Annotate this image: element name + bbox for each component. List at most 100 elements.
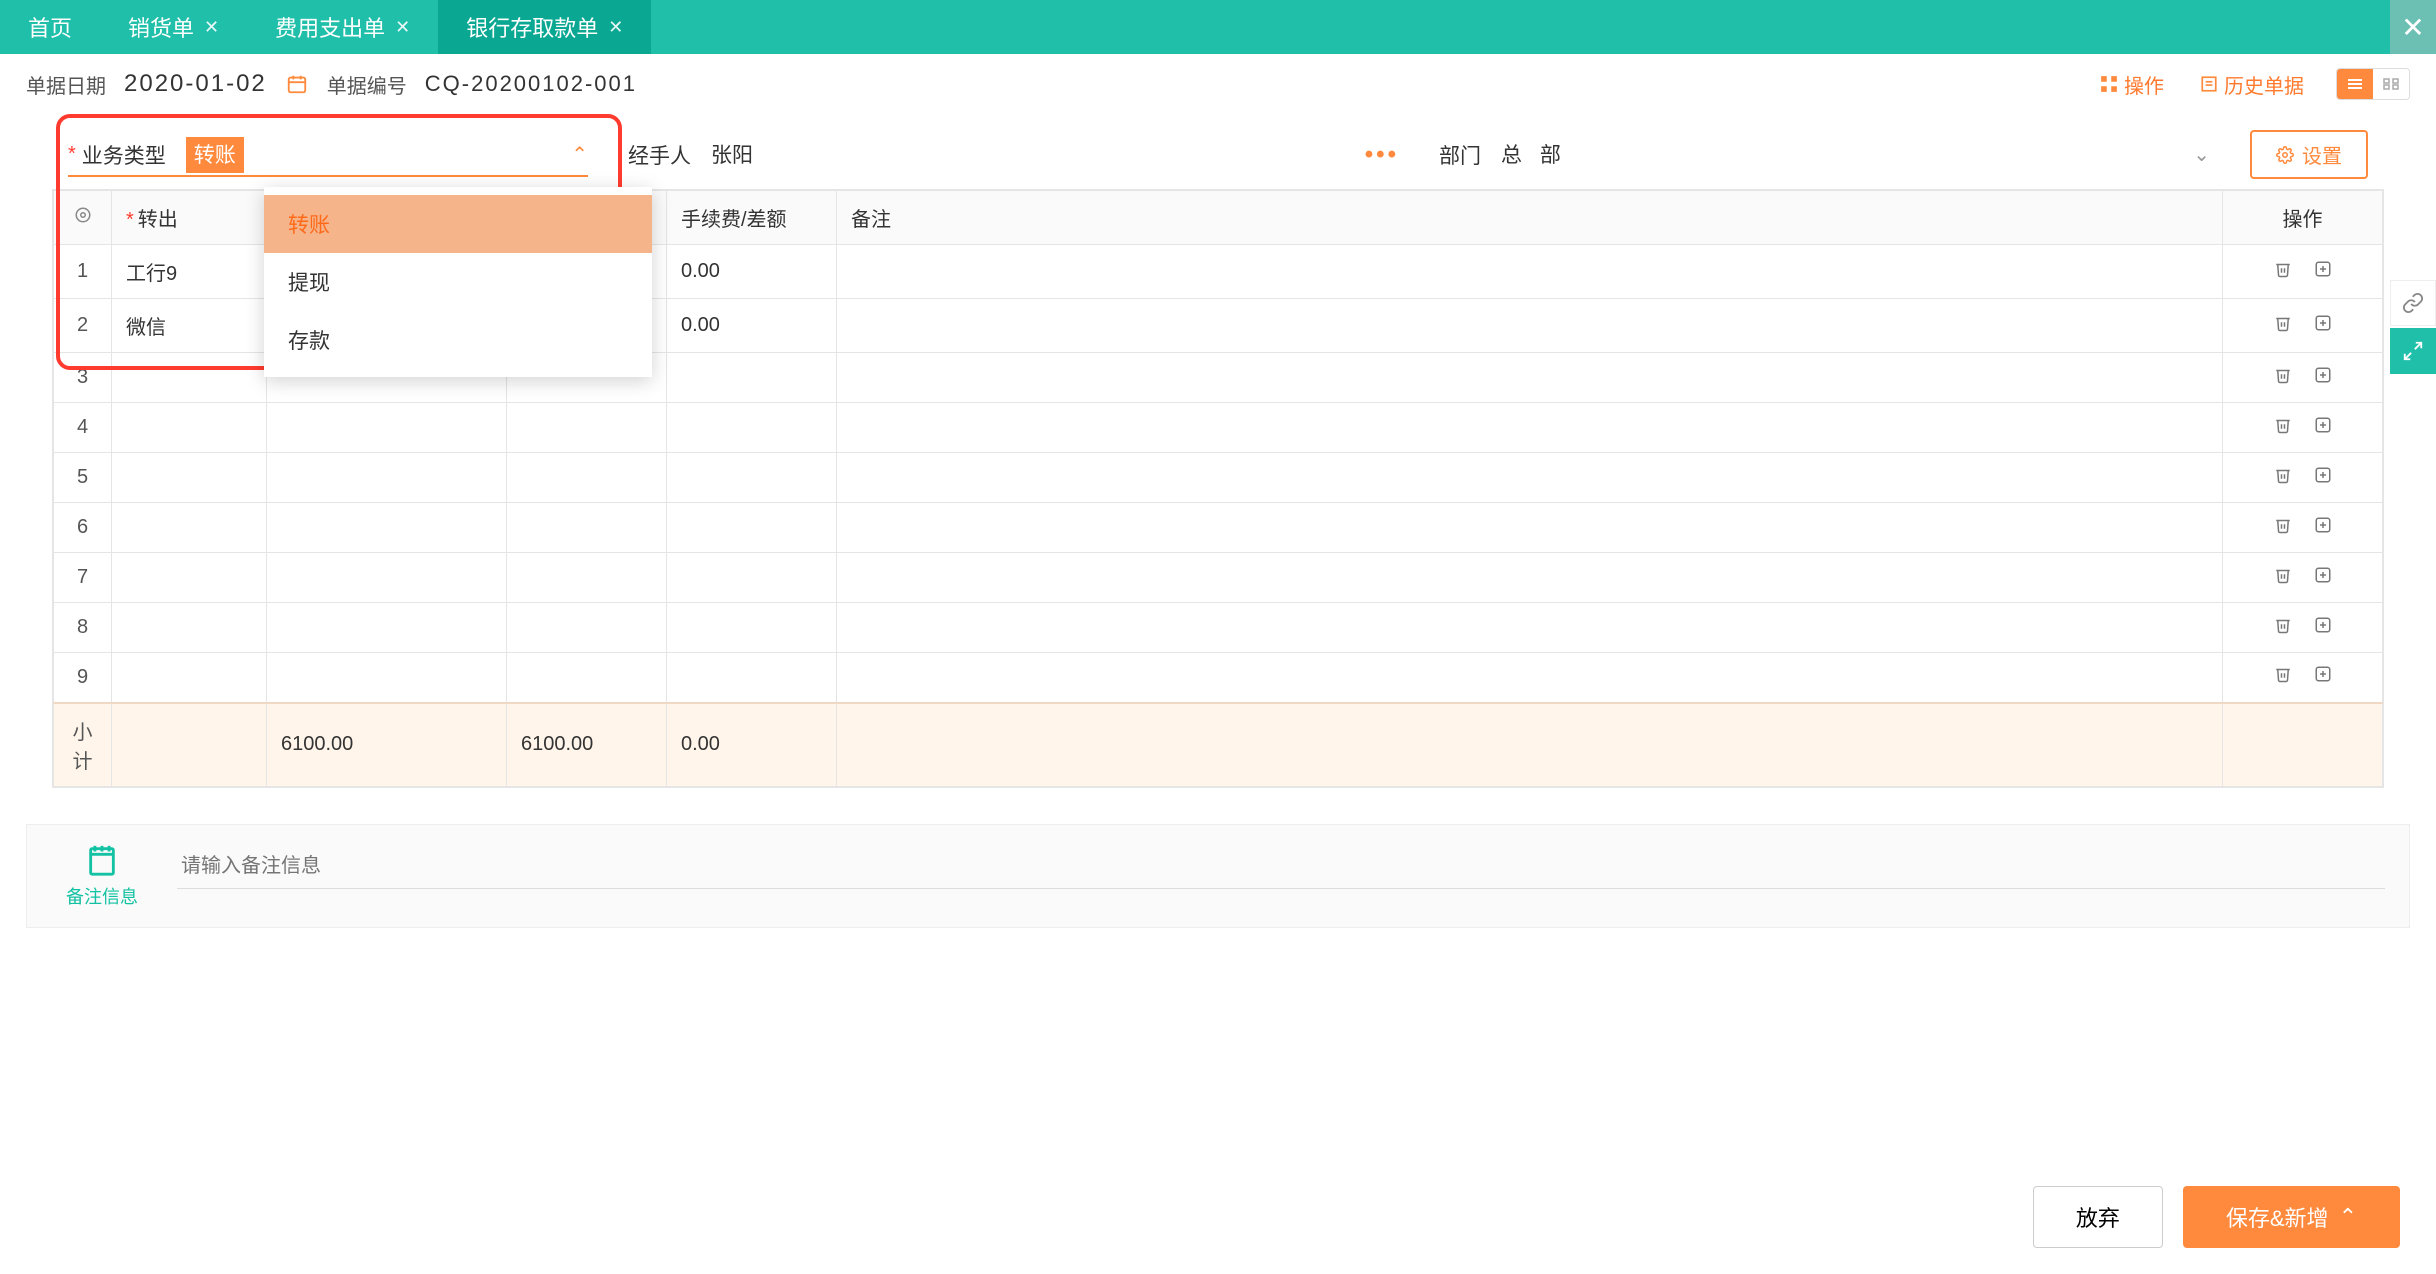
cell-out-account[interactable] bbox=[112, 453, 267, 503]
handler-value[interactable]: 张阳 bbox=[711, 133, 1365, 177]
cell-gap[interactable] bbox=[267, 653, 507, 703]
cell-out-account[interactable] bbox=[112, 603, 267, 653]
add-row-icon[interactable] bbox=[2314, 416, 2332, 440]
delete-icon[interactable] bbox=[2274, 466, 2292, 490]
cell-gap[interactable] bbox=[267, 503, 507, 553]
cell-in-amount[interactable] bbox=[507, 503, 667, 553]
dropdown-item-withdraw[interactable]: 提现 bbox=[264, 253, 652, 311]
cell-out-account[interactable] bbox=[112, 403, 267, 453]
biz-type-value[interactable]: 转账 bbox=[186, 137, 244, 173]
cell-in-amount[interactable] bbox=[507, 403, 667, 453]
view-list-icon[interactable] bbox=[2337, 69, 2373, 99]
cell-out-account[interactable] bbox=[112, 503, 267, 553]
delete-icon[interactable] bbox=[2274, 416, 2292, 440]
biz-type-field[interactable]: * 业务类型 转账 ⌃ 转账 提现 存款 bbox=[68, 137, 588, 173]
cell-fee[interactable] bbox=[667, 503, 837, 553]
dept-field[interactable]: 部门 总 部 ⌄ bbox=[1439, 133, 2210, 177]
add-row-icon[interactable] bbox=[2314, 466, 2332, 490]
cell-gap[interactable] bbox=[267, 453, 507, 503]
cell-remark[interactable] bbox=[837, 403, 2223, 453]
cell-out-account[interactable]: 工行9 bbox=[112, 245, 267, 299]
cell-remark[interactable] bbox=[837, 353, 2223, 403]
close-icon[interactable]: ✕ bbox=[204, 17, 219, 38]
table-row[interactable]: 4 bbox=[54, 403, 2383, 453]
cell-remark[interactable] bbox=[837, 553, 2223, 603]
cell-out-account[interactable] bbox=[112, 553, 267, 603]
cell-fee[interactable] bbox=[667, 403, 837, 453]
cell-gap[interactable] bbox=[267, 553, 507, 603]
add-row-icon[interactable] bbox=[2314, 616, 2332, 640]
delete-icon[interactable] bbox=[2274, 665, 2292, 689]
cell-in-amount[interactable] bbox=[507, 653, 667, 703]
table-row[interactable]: 9 bbox=[54, 653, 2383, 703]
add-row-icon[interactable] bbox=[2314, 260, 2332, 284]
dropdown-item-deposit[interactable]: 存款 bbox=[264, 311, 652, 369]
add-row-icon[interactable] bbox=[2314, 366, 2332, 390]
add-row-icon[interactable] bbox=[2314, 516, 2332, 540]
column-settings-icon[interactable] bbox=[54, 191, 112, 245]
cell-in-amount[interactable] bbox=[507, 453, 667, 503]
cell-remark[interactable] bbox=[837, 603, 2223, 653]
table-row[interactable]: 6 bbox=[54, 503, 2383, 553]
table-row[interactable]: 8 bbox=[54, 603, 2383, 653]
cell-remark[interactable] bbox=[837, 453, 2223, 503]
cell-fee[interactable]: 0.00 bbox=[667, 245, 837, 299]
cell-fee[interactable] bbox=[667, 603, 837, 653]
cell-in-amount[interactable] bbox=[507, 603, 667, 653]
link-icon[interactable] bbox=[2390, 280, 2436, 326]
history-button[interactable]: 历史单据 bbox=[2200, 70, 2304, 99]
expand-icon[interactable] bbox=[2390, 328, 2436, 374]
cell-remark[interactable] bbox=[837, 503, 2223, 553]
cell-fee[interactable] bbox=[667, 653, 837, 703]
row-index: 1 bbox=[54, 245, 112, 299]
add-row-icon[interactable] bbox=[2314, 665, 2332, 689]
discard-button[interactable]: 放弃 bbox=[2033, 1186, 2163, 1248]
cell-remark[interactable] bbox=[837, 299, 2223, 353]
settings-button[interactable]: 设置 bbox=[2250, 130, 2368, 179]
chevron-up-icon[interactable]: ⌃ bbox=[571, 142, 588, 167]
dropdown-item-transfer[interactable]: 转账 bbox=[264, 195, 652, 253]
tab-sales[interactable]: 销货单✕ bbox=[100, 0, 247, 54]
close-icon[interactable]: ✕ bbox=[608, 17, 623, 38]
tab-expense[interactable]: 费用支出单✕ bbox=[247, 0, 438, 54]
cell-remark[interactable] bbox=[837, 245, 2223, 299]
more-icon[interactable]: ••• bbox=[1365, 141, 1399, 169]
cell-out-account[interactable] bbox=[112, 653, 267, 703]
ops-button[interactable]: 操作 bbox=[2100, 70, 2164, 99]
handler-field[interactable]: 经手人 张阳 ••• bbox=[628, 133, 1399, 177]
date-value[interactable]: 2020-01-02 bbox=[124, 70, 267, 98]
save-add-button[interactable]: 保存&新增 ⌃ bbox=[2183, 1186, 2400, 1248]
doc-no-label: 单据编号 bbox=[327, 70, 407, 99]
cell-remark[interactable] bbox=[837, 653, 2223, 703]
cell-fee[interactable] bbox=[667, 553, 837, 603]
cell-gap[interactable] bbox=[267, 403, 507, 453]
cell-out-account[interactable] bbox=[112, 353, 267, 403]
cell-fee[interactable]: 0.00 bbox=[667, 299, 837, 353]
remarks-input[interactable] bbox=[177, 845, 2385, 889]
cell-fee[interactable] bbox=[667, 453, 837, 503]
cell-in-amount[interactable] bbox=[507, 553, 667, 603]
calendar-icon[interactable] bbox=[285, 72, 309, 96]
table-row[interactable]: 7 bbox=[54, 553, 2383, 603]
subtotal-label: 小计 bbox=[54, 703, 112, 787]
delete-icon[interactable] bbox=[2274, 314, 2292, 338]
add-row-icon[interactable] bbox=[2314, 566, 2332, 590]
delete-icon[interactable] bbox=[2274, 616, 2292, 640]
table-row[interactable]: 5 bbox=[54, 453, 2383, 503]
cell-fee[interactable] bbox=[667, 353, 837, 403]
tab-home[interactable]: 首页 bbox=[0, 0, 100, 54]
view-toggle[interactable] bbox=[2336, 68, 2410, 100]
view-grid-icon[interactable] bbox=[2373, 69, 2409, 99]
delete-icon[interactable] bbox=[2274, 516, 2292, 540]
delete-icon[interactable] bbox=[2274, 366, 2292, 390]
dept-value[interactable]: 总 部 bbox=[1501, 133, 2193, 177]
cell-gap[interactable] bbox=[267, 603, 507, 653]
delete-icon[interactable] bbox=[2274, 260, 2292, 284]
close-icon[interactable]: ✕ bbox=[395, 17, 410, 38]
panel-close-button[interactable]: ✕ bbox=[2390, 0, 2436, 54]
tab-bank[interactable]: 银行存取款单✕ bbox=[438, 0, 651, 54]
cell-out-account[interactable]: 微信 bbox=[112, 299, 267, 353]
chevron-down-icon[interactable]: ⌄ bbox=[2193, 142, 2210, 167]
add-row-icon[interactable] bbox=[2314, 314, 2332, 338]
delete-icon[interactable] bbox=[2274, 566, 2292, 590]
